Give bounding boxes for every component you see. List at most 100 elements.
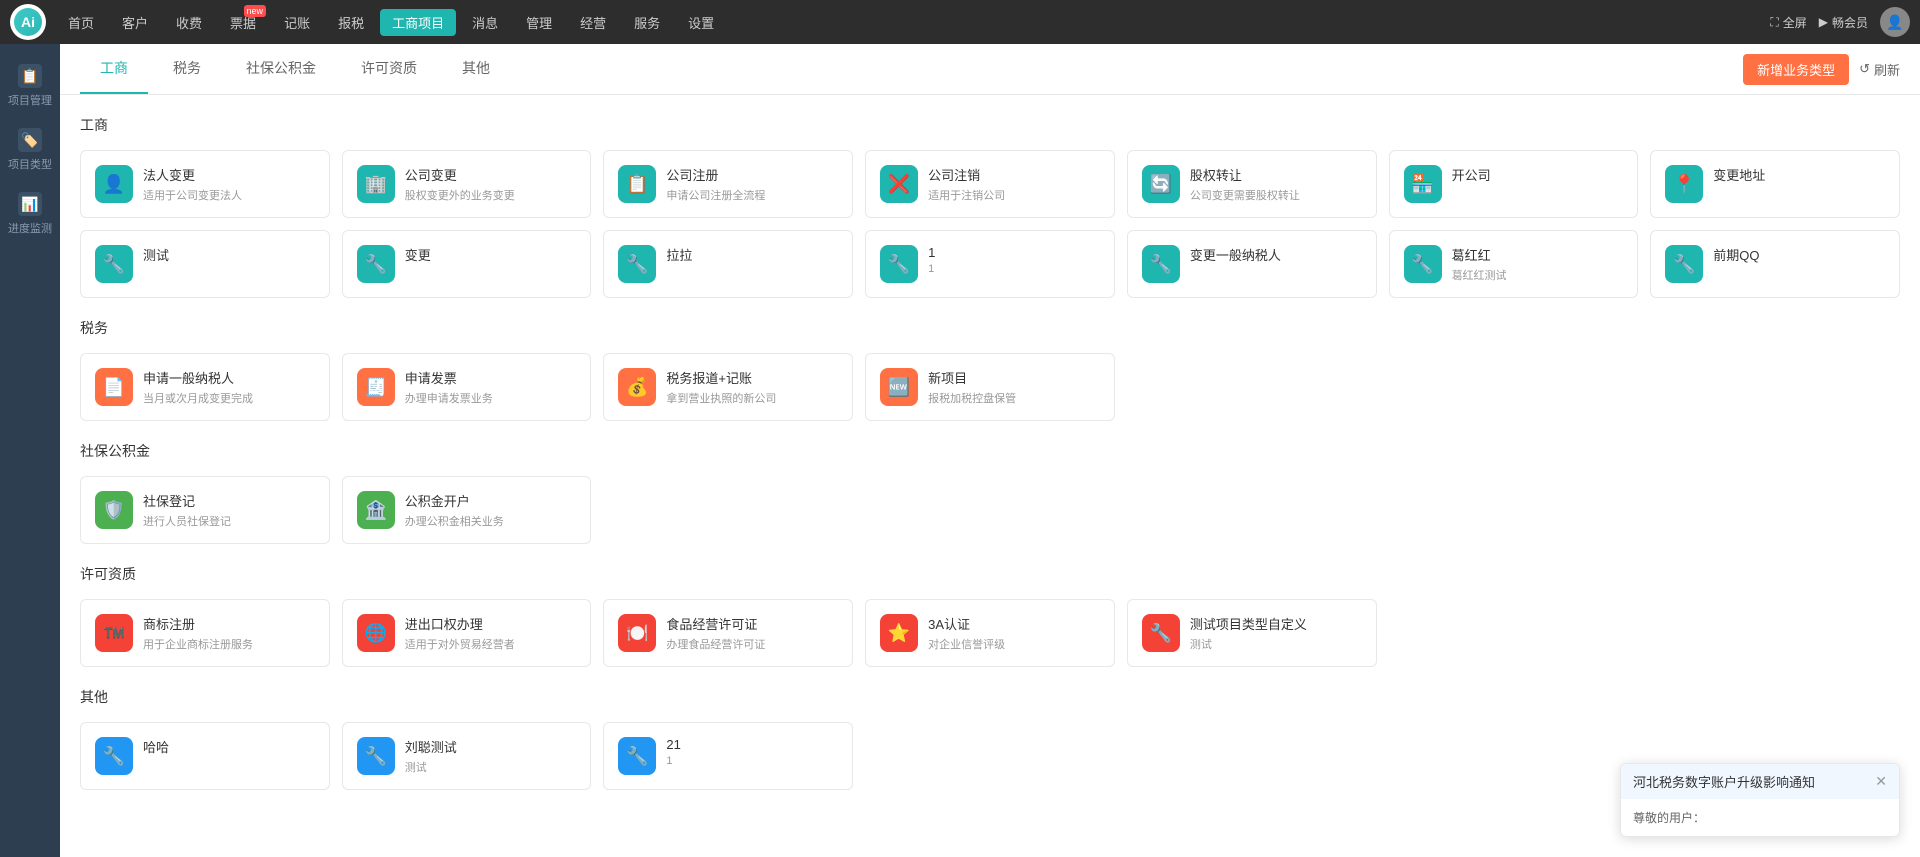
card-biangeng[interactable]: 🔧 变更 [342,230,592,298]
card-desc-guquan: 公司变更需要股权转让 [1190,187,1362,203]
card-tax-report[interactable]: 💰 税务报道+记账 拿到营业执照的新公司 [603,353,853,421]
card-liucong[interactable]: 🔧 刘聪测试 测试 [342,722,592,790]
card-icon-gehh: 🔧 [1404,245,1442,283]
card-icon-food-permit: 🍽️ [618,614,656,652]
progress-icon: 📊 [18,192,42,216]
tax-card-grid: 📄 申请一般纳税人 当月或次月成变更完成 🧾 申请发票 办理申请发票业务 💰 [80,353,1900,421]
nav-business[interactable]: 经营 [568,9,618,36]
card-desc-shebao: 进行人员社保登记 [143,513,315,529]
card-food-permit[interactable]: 🍽️ 食品经营许可证 办理食品经营许可证 [603,599,853,667]
project-type-icon: 🏷️ [18,128,42,152]
card-import-export[interactable]: 🌐 进出口权办理 适用于对外贸易经营者 [342,599,592,667]
card-icon-dizhi: 📍 [1665,165,1703,203]
fullscreen-icon: ⛶ [1770,15,1778,30]
card-faziren[interactable]: 👤 法人变更 适用于公司变更法人 [80,150,330,218]
nav-fee[interactable]: 收费 [164,9,214,36]
sidebar-item-progress[interactable]: 📊 进度监测 [0,182,60,246]
tab-other[interactable]: 其他 [442,44,510,94]
tax-section: 税务 📄 申请一般纳税人 当月或次月成变更完成 🧾 申请发票 办理申请发票业务 [80,318,1900,421]
card-desc-liucong: 测试 [405,759,577,775]
card-icon-gszhuce: 📋 [618,165,656,203]
notification-title: 河北税务数字账户升级影响通知 [1633,772,1815,791]
card-qq[interactable]: 🔧 前期QQ [1650,230,1900,298]
card-icon-num1: 🔧 [880,245,918,283]
project-manage-icon: 📋 [18,64,42,88]
tab-social[interactable]: 社保公积金 [226,44,336,94]
card-name-test-permit: 测试项目类型自定义 [1190,614,1362,633]
card-desc-3a: 对企业信誉评级 [928,636,1100,652]
card-dizhi[interactable]: 📍 变更地址 [1650,150,1900,218]
card-3a[interactable]: ⭐ 3A认证 对企业信誉评级 [865,599,1115,667]
card-icon-xinxiangmu: 🆕 [880,368,918,406]
card-name-21: 21 [666,737,838,752]
nav-industry[interactable]: 工商项目 [380,9,456,36]
tab-actions: 新增业务类型 ↺ 刷新 [1743,54,1900,85]
card-ceshi[interactable]: 🔧 测试 [80,230,330,298]
card-desc-faziren: 适用于公司变更法人 [143,187,315,203]
refresh-button[interactable]: ↺ 刷新 [1859,60,1900,79]
card-icon-3a: ⭐ [880,614,918,652]
card-shebao[interactable]: 🛡️ 社保登记 进行人员社保登记 [80,476,330,544]
add-type-button[interactable]: 新增业务类型 [1743,54,1849,85]
card-name-guquan: 股权转让 [1190,165,1362,184]
content-area: 工商 👤 法人变更 适用于公司变更法人 🏢 公司变更 股权变更外的业务变更 [60,95,1920,830]
sidebar-item-project-manage[interactable]: 📋 项目管理 [0,54,60,118]
social-section-title: 社保公积金 [80,441,1900,461]
card-desc-gsbian: 股权变更外的业务变更 [405,187,577,203]
permit-section: 许可资质 ™️ 商标注册 用于企业商标注册服务 🌐 进出口权办理 适用于对外贸易… [80,564,1900,667]
card-name-kaigs: 开公司 [1452,165,1624,184]
tax-section-title: 税务 [80,318,1900,338]
tab-permit[interactable]: 许可资质 [341,44,437,94]
card-guquan[interactable]: 🔄 股权转让 公司变更需要股权转让 [1127,150,1377,218]
card-shenqing-na[interactable]: 📄 申请一般纳税人 当月或次月成变更完成 [80,353,330,421]
card-num1[interactable]: 🔧 1 1 [865,230,1115,298]
tab-industry[interactable]: 工商 [80,44,148,94]
industry-section: 工商 👤 法人变更 适用于公司变更法人 🏢 公司变更 股权变更外的业务变更 [80,115,1900,298]
card-name-shebao: 社保登记 [143,491,315,510]
card-test-permit[interactable]: 🔧 测试项目类型自定义 测试 [1127,599,1377,667]
nav-client[interactable]: 客户 [110,9,160,36]
card-gehh[interactable]: 🔧 葛红红 葛红红测试 [1389,230,1639,298]
notification-popup: 河北税务数字账户升级影响通知 ✕ 尊敬的用户： [1620,763,1900,837]
card-name-dizhi: 变更地址 [1713,165,1885,184]
card-lala[interactable]: 🔧 拉拉 [603,230,853,298]
card-name-num1: 1 [928,245,1100,260]
vip-button[interactable]: ▶ 畅会员 [1819,14,1868,31]
card-desc-trademark: 用于企业商标注册服务 [143,636,315,652]
nav-service[interactable]: 服务 [622,9,672,36]
card-haha[interactable]: 🔧 哈哈 [80,722,330,790]
card-name-gszhuce: 公司注册 [666,165,838,184]
card-kaigs[interactable]: 🏪 开公司 [1389,150,1639,218]
card-desc-xinxiangmu: 报税加税控盘保管 [928,390,1100,406]
card-21[interactable]: 🔧 21 1 [603,722,853,790]
card-icon-shebao: 🛡️ [95,491,133,529]
card-icon-liucong: 🔧 [357,737,395,775]
social-card-grid: 🛡️ 社保登记 进行人员社保登记 🏦 公积金开户 办理公积金相关业务 [80,476,1900,544]
card-icon-lala: 🔧 [618,245,656,283]
card-xinxiangmu[interactable]: 🆕 新项目 报税加税控盘保管 [865,353,1115,421]
card-gszhuce[interactable]: 📋 公司注册 申请公司注册全流程 [603,150,853,218]
sidebar-item-project-type[interactable]: 🏷️ 项目类型 [0,118,60,182]
card-name-faziren: 法人变更 [143,165,315,184]
card-gsbian[interactable]: 🏢 公司变更 股权变更外的业务变更 [342,150,592,218]
nav-manage[interactable]: 管理 [514,9,564,36]
nav-settings[interactable]: 设置 [676,9,726,36]
nav-bookkeeping[interactable]: 记账 [272,9,322,36]
nav-home[interactable]: 首页 [56,9,106,36]
card-icon-biangeng: 🔧 [357,245,395,283]
tab-tax[interactable]: 税务 [153,44,221,94]
avatar[interactable]: 👤 [1880,7,1910,37]
card-name-trademark: 商标注册 [143,614,315,633]
notification-close-button[interactable]: ✕ [1875,773,1887,790]
card-gjj[interactable]: 🏦 公积金开户 办理公积金相关业务 [342,476,592,544]
nav-message[interactable]: 消息 [460,9,510,36]
nav-bill[interactable]: 票据 new [218,9,268,36]
card-trademark[interactable]: ™️ 商标注册 用于企业商标注册服务 [80,599,330,667]
card-icon-guquan: 🔄 [1142,165,1180,203]
card-shenqing-fp[interactable]: 🧾 申请发票 办理申请发票业务 [342,353,592,421]
card-desc-test-permit: 测试 [1190,636,1362,652]
fullscreen-button[interactable]: ⛶ 全屏 [1770,14,1806,31]
nav-tax[interactable]: 报税 [326,9,376,36]
card-gszhuxiao[interactable]: ❌ 公司注销 适用于注销公司 [865,150,1115,218]
card-biangeng納税[interactable]: 🔧 变更一般纳税人 [1127,230,1377,298]
